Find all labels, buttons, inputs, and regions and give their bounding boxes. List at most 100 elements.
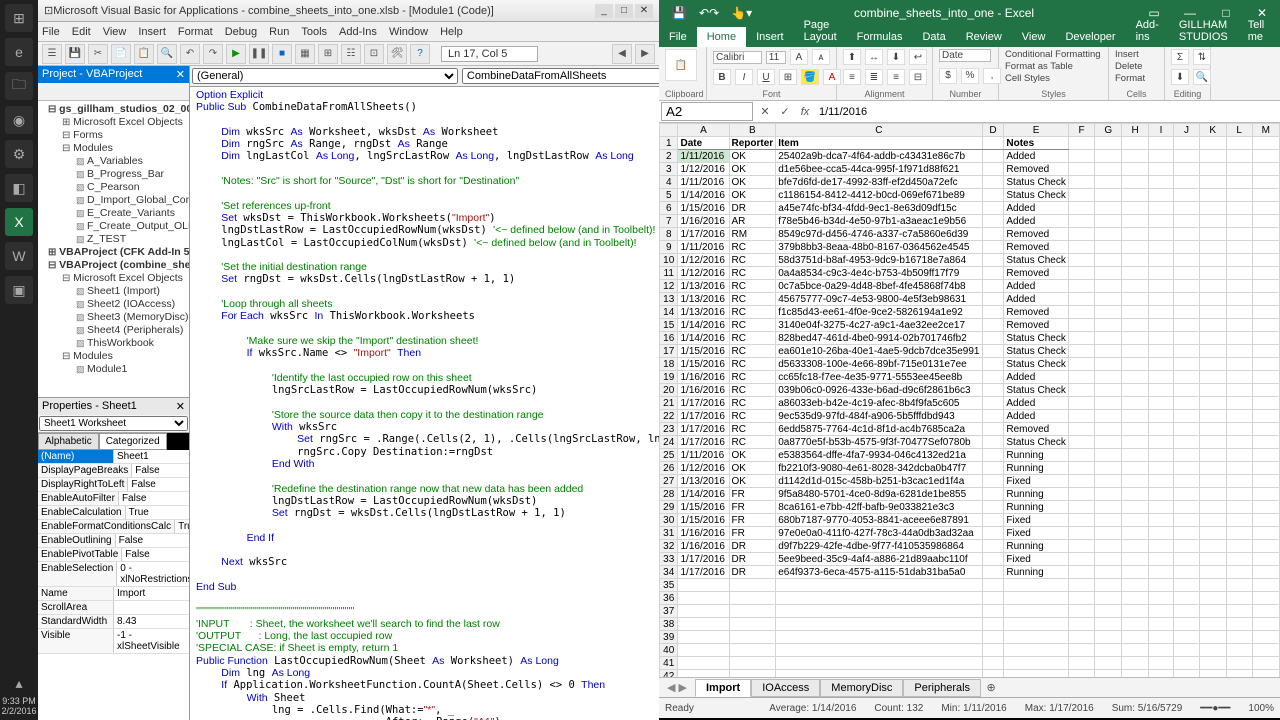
find-btn[interactable]: 🔍: [1193, 69, 1211, 85]
ribbon-tab-add-ins[interactable]: Add-ins: [1126, 15, 1169, 47]
property-row[interactable]: DisplayPageBreaksFalse: [38, 464, 189, 478]
fx-icon[interactable]: fx: [795, 106, 815, 118]
align-mid-btn[interactable]: ↔: [865, 49, 883, 65]
sort-btn[interactable]: ⇅: [1193, 49, 1211, 65]
start-icon[interactable]: ⊞: [5, 4, 33, 32]
vba-titlebar[interactable]: ⊡ Microsoft Visual Basic for Application…: [38, 0, 659, 22]
tree-node[interactable]: E_Create_Variants: [40, 207, 187, 220]
property-row[interactable]: Visible-1 - xlSheetVisible: [38, 629, 189, 654]
tree-node[interactable]: Microsoft Excel Objects: [40, 272, 187, 285]
wrap-btn[interactable]: ↩: [909, 49, 927, 65]
sheet-tab-memorydisc[interactable]: MemoryDisc: [820, 679, 903, 697]
tree-node[interactable]: VBAProject (combine_sheets_...): [40, 259, 187, 272]
autosum-btn[interactable]: Σ: [1171, 49, 1189, 65]
ribbon-tab-insert[interactable]: Insert: [746, 27, 794, 47]
property-row[interactable]: NameImport: [38, 587, 189, 601]
view-btn[interactable]: ☰: [42, 44, 62, 64]
props-btn[interactable]: ☷: [341, 44, 361, 64]
sheet-tab-import[interactable]: Import: [695, 679, 751, 697]
toolbox-btn[interactable]: 🛠: [387, 44, 407, 64]
menu-add-ins[interactable]: Add-Ins: [339, 26, 377, 38]
property-row[interactable]: EnableCalculationTrue: [38, 506, 189, 520]
formula-input[interactable]: 1/11/2016: [815, 105, 1280, 119]
find-btn[interactable]: 🔍: [157, 44, 177, 64]
menu-file[interactable]: File: [42, 26, 60, 38]
console-icon[interactable]: ▣: [5, 276, 33, 304]
copy-btn[interactable]: 📄: [111, 44, 131, 64]
menu-run[interactable]: Run: [269, 26, 289, 38]
tree-node[interactable]: gs_gillham_studios_02_00_02: [40, 103, 187, 116]
cond-fmt-btn[interactable]: Conditional Formatting: [1005, 49, 1102, 61]
font-size-select[interactable]: 11: [766, 51, 786, 64]
ribbon-tab-gillham-studios[interactable]: GILLHAM STUDIOS: [1169, 15, 1238, 47]
sheet-tab-ioaccess[interactable]: IOAccess: [751, 679, 820, 697]
tree-node[interactable]: Sheet4 (Peripherals): [40, 324, 187, 337]
properties-object-select[interactable]: Sheet1 Worksheet: [39, 416, 188, 431]
property-row[interactable]: StandardWidth8.43: [38, 615, 189, 629]
project-explorer-title[interactable]: Project - VBAProject✕: [38, 66, 189, 83]
tree-node[interactable]: F_Create_Output_OLD: [40, 220, 187, 233]
undo-icon[interactable]: ↶: [699, 6, 709, 20]
percent-btn[interactable]: %: [961, 68, 979, 84]
browser-icon[interactable]: e: [5, 38, 33, 66]
excel-icon[interactable]: X: [5, 208, 33, 236]
menu-view[interactable]: View: [103, 26, 127, 38]
tree-node[interactable]: Z_TEST: [40, 233, 187, 246]
project-exp-btn[interactable]: ⊞: [318, 44, 338, 64]
tree-node[interactable]: Modules: [40, 142, 187, 155]
property-row[interactable]: EnableAutoFilterFalse: [38, 492, 189, 506]
property-row[interactable]: EnableOutliningFalse: [38, 534, 189, 548]
property-row[interactable]: (Name)Sheet1: [38, 450, 189, 464]
format-cells-btn[interactable]: Format: [1115, 73, 1158, 85]
format-table-btn[interactable]: Format as Table: [1005, 61, 1102, 73]
align-top-btn[interactable]: ⬆: [843, 49, 861, 65]
align-center-btn[interactable]: ≣: [865, 69, 883, 85]
save-btn[interactable]: 💾: [65, 44, 85, 64]
currency-btn[interactable]: $: [939, 68, 957, 84]
close-icon[interactable]: ✕: [176, 68, 185, 81]
property-row[interactable]: EnableFormatConditionsCalcTrue: [38, 520, 189, 534]
tree-node[interactable]: Microsoft Excel Objects: [40, 116, 187, 129]
ribbon-tab-page-layout[interactable]: Page Layout: [794, 15, 847, 47]
cell-styles-btn[interactable]: Cell Styles: [1005, 73, 1102, 85]
ribbon-tab-developer[interactable]: Developer: [1055, 27, 1125, 47]
tree-node[interactable]: B_Progress_Bar: [40, 168, 187, 181]
object-combo[interactable]: (General): [192, 68, 458, 84]
minimize-button[interactable]: _: [595, 4, 613, 18]
menu-tools[interactable]: Tools: [301, 26, 327, 38]
close-icon[interactable]: ✕: [176, 400, 185, 413]
menu-debug[interactable]: Debug: [225, 26, 257, 38]
design-btn[interactable]: ▦: [295, 44, 315, 64]
underline-btn[interactable]: U: [757, 69, 775, 85]
border-btn[interactable]: ⊞: [779, 69, 797, 85]
properties-title[interactable]: Properties - Sheet1✕: [38, 397, 189, 415]
outdent-btn[interactable]: ◀: [612, 44, 632, 64]
property-row[interactable]: EnableSelection0 - xlNoRestrictions: [38, 562, 189, 587]
tree-node[interactable]: Module1: [40, 363, 187, 376]
ribbon-tab-view[interactable]: View: [1012, 27, 1056, 47]
menu-format[interactable]: Format: [178, 26, 213, 38]
number-format-select[interactable]: Date: [939, 49, 991, 62]
maximize-button[interactable]: □: [615, 4, 633, 18]
shrink-font-btn[interactable]: ᴀ: [812, 49, 830, 65]
tree-node[interactable]: ThisWorkbook: [40, 337, 187, 350]
grow-font-btn[interactable]: A: [790, 49, 808, 65]
ribbon-tab-file[interactable]: File: [659, 27, 697, 47]
menu-insert[interactable]: Insert: [138, 26, 166, 38]
zoom-slider[interactable]: ━━●━━: [1200, 703, 1230, 714]
settings-icon[interactable]: ⚙: [5, 140, 33, 168]
align-right-btn[interactable]: ≡: [887, 69, 905, 85]
sheet-nav[interactable]: ◀ ▶: [659, 681, 695, 694]
ribbon-tab-home[interactable]: Home: [697, 27, 746, 47]
reset-btn[interactable]: ■: [272, 44, 292, 64]
tree-node[interactable]: D_Import_Global_Constants: [40, 194, 187, 207]
excel-save-icon[interactable]: 💾: [659, 6, 699, 20]
property-row[interactable]: EnablePivotTableFalse: [38, 548, 189, 562]
code-editor[interactable]: Option Explicit Public Sub CombineDataFr…: [190, 87, 659, 720]
ribbon-tab-tell-me[interactable]: Tell me: [1238, 15, 1275, 47]
tree-node[interactable]: Forms: [40, 129, 187, 142]
worksheet-grid[interactable]: ABCDEFGHIJKLM1DateReporterItemNotes21/11…: [659, 123, 1280, 678]
property-row[interactable]: DisplayRightToLeftFalse: [38, 478, 189, 492]
indent-btn[interactable]: ▶: [635, 44, 655, 64]
procedure-combo[interactable]: CombineDataFromAllSheets: [462, 68, 659, 84]
